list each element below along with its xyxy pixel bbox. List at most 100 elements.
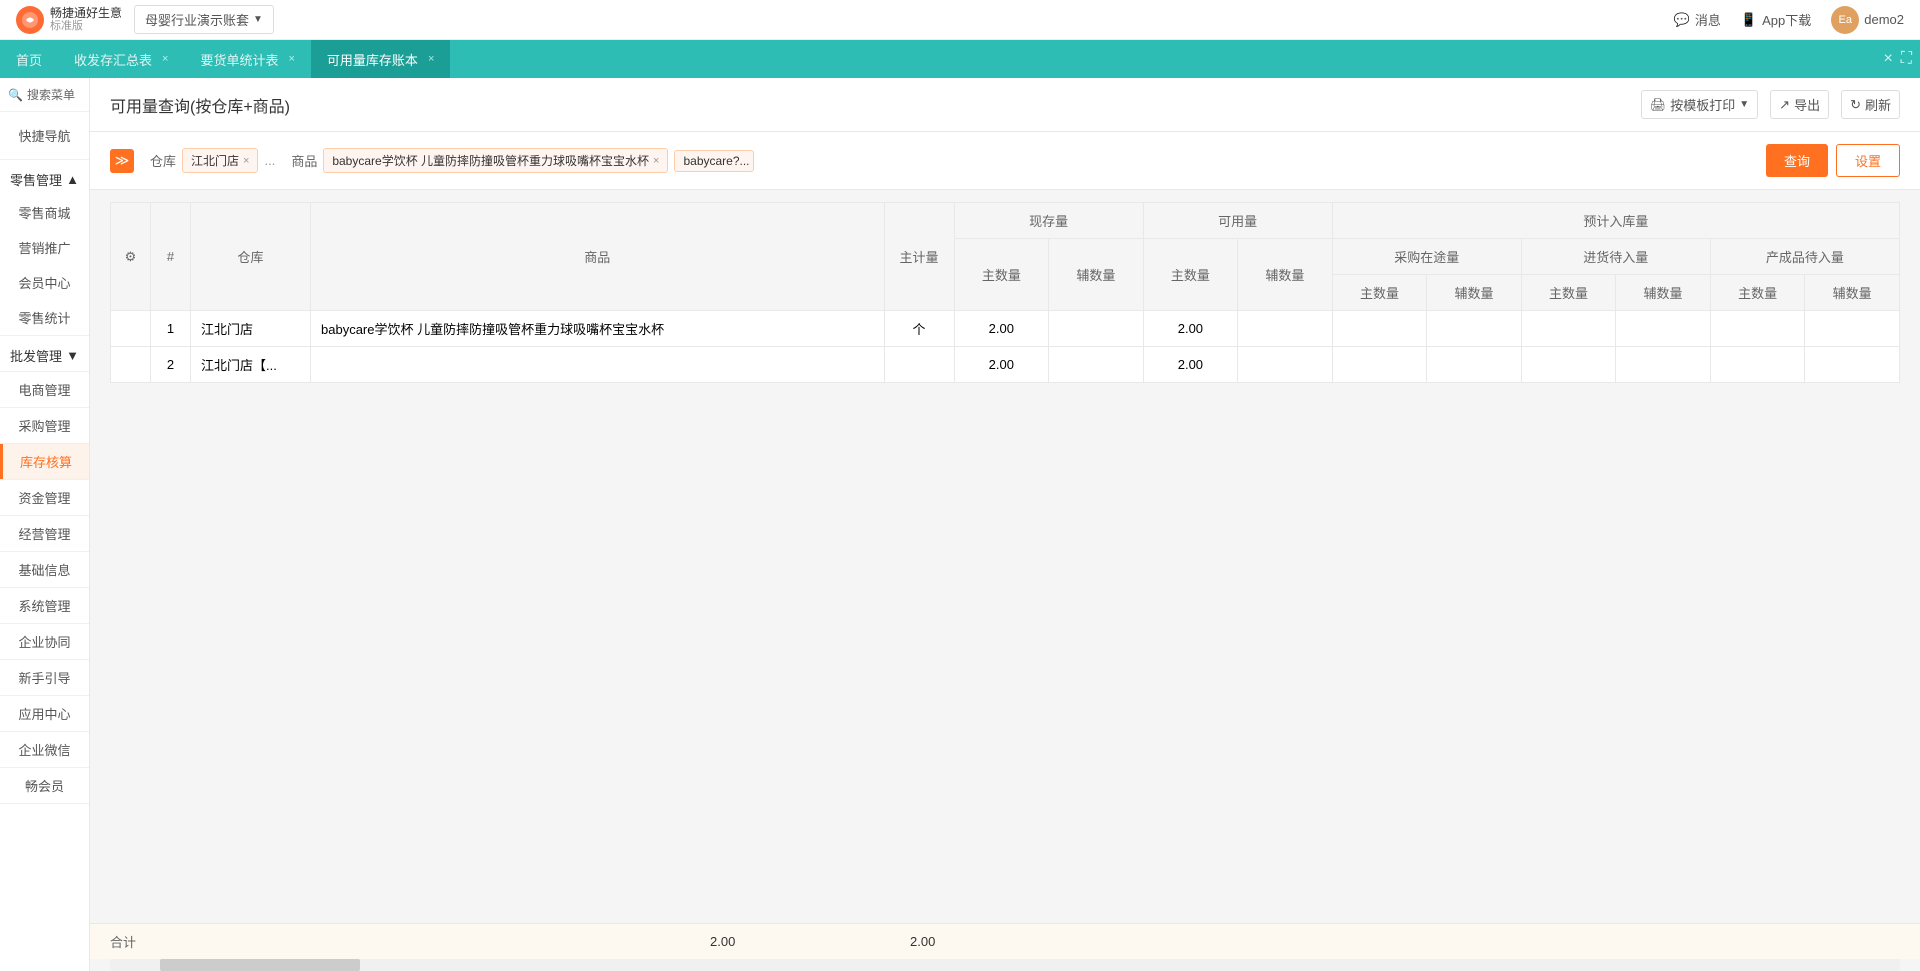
sidebar-item-retail-mall[interactable]: 零售商城 (0, 195, 89, 230)
table-row[interactable]: 2 江北门店【... 2.00 2.00 (111, 347, 1900, 383)
tab-bar: 首页 收发存汇总表 × 要货单统计表 × 可用量库存账本 × × ⛶ (0, 40, 1920, 78)
query-button[interactable]: 查询 (1766, 144, 1828, 177)
sidebar-item-system[interactable]: 系统管理 (0, 588, 89, 623)
horizontal-scrollbar[interactable] (110, 959, 1900, 971)
sidebar-item-marketing[interactable]: 营销推广 (0, 230, 89, 265)
tab-close-order[interactable]: × (288, 53, 294, 65)
sidebar-section-vip: 畅会员 (0, 768, 89, 804)
sidebar-section-newguide: 新手引导 (0, 660, 89, 696)
sidebar-item-retail-stats[interactable]: 零售统计 (0, 300, 89, 335)
sidebar-section-corpwx: 企业微信 (0, 732, 89, 768)
col-stock-aux: 辅数量 (1049, 239, 1144, 311)
sidebar-item-corp[interactable]: 企业协同 (0, 624, 89, 659)
export-icon: ↗ (1779, 97, 1790, 113)
export-button[interactable]: ↗ 导出 (1770, 90, 1829, 119)
sidebar-section-finance: 资金管理 (0, 480, 89, 516)
cell-product (311, 347, 885, 383)
warehouse-tag-close[interactable]: × (243, 155, 249, 167)
product-tag-1[interactable]: babycare学饮杯 儿童防摔防撞吸管杯重力球吸嘴杯宝宝水杯 × (323, 148, 668, 173)
tab-close-all-button[interactable]: × (1883, 50, 1892, 68)
template-print-button[interactable]: 🖨 按模板打印 ▼ (1641, 90, 1758, 119)
warehouse-more-button[interactable]: ... (264, 153, 275, 168)
sidebar-item-members[interactable]: 会员中心 (0, 265, 89, 300)
sidebar-item-purchase[interactable]: 采购管理 (0, 408, 89, 443)
cell-incoming-aux (1616, 347, 1711, 383)
filter-actions: 查询 设置 (1766, 144, 1900, 177)
tab-close-receive[interactable]: × (162, 53, 168, 65)
top-bar-left: 畅捷通好生意 标准版 母婴行业演示账套 ▼ (16, 5, 274, 34)
cell-available-main: 2.00 (1143, 347, 1238, 383)
sidebar-item-finance[interactable]: 资金管理 (0, 480, 89, 515)
sidebar-section-ops: 经营管理 (0, 516, 89, 552)
cell-unit: 个 (884, 311, 954, 347)
sidebar: 🔍 搜索菜单 快捷导航 零售管理 ▲ 零售商城 营销推广 会员中心 零售统计 批… (0, 78, 90, 971)
tab-home[interactable]: 首页 (0, 40, 58, 78)
sidebar-section-appcenter: 应用中心 (0, 696, 89, 732)
app-download-button[interactable]: 📱 App下载 (1741, 10, 1811, 29)
page-header: 可用量查询(按仓库+商品) 🖨 按模板打印 ▼ ↗ 导出 ↻ 刷新 (90, 78, 1920, 132)
product-tag-2[interactable]: babycare?... (674, 150, 754, 172)
col-available-group: 可用量 (1143, 203, 1332, 239)
product-tag1-close[interactable]: × (653, 155, 659, 167)
page-header-actions: 🖨 按模板打印 ▼ ↗ 导出 ↻ 刷新 (1641, 90, 1900, 131)
settings-button[interactable]: 设置 (1836, 144, 1900, 177)
tab-receive[interactable]: 收发存汇总表 × (58, 40, 184, 78)
col-purchase-transit-main: 主数量 (1332, 275, 1427, 311)
chevron-down-icon: ▼ (253, 14, 263, 25)
sidebar-item-inventory[interactable]: 库存核算 (0, 444, 89, 479)
sidebar-retail-toggle[interactable]: 零售管理 ▲ (0, 160, 89, 195)
available-tab-label: 可用量库存账本 (327, 50, 418, 69)
tab-expand-button[interactable]: ⛶ (1901, 50, 1912, 68)
sidebar-item-base[interactable]: 基础信息 (0, 552, 89, 587)
sidebar-item-ops[interactable]: 经营管理 (0, 516, 89, 551)
cell-available-aux (1238, 347, 1333, 383)
search-menu-button[interactable]: 🔍 搜索菜单 (0, 78, 89, 112)
logo-text: 畅捷通好生意 标准版 (50, 6, 122, 34)
warehouse-tag[interactable]: 江北门店 × (182, 148, 258, 173)
sidebar-item-quicknav[interactable]: 快捷导航 (0, 118, 89, 153)
user-menu[interactable]: Ea demo2 (1831, 6, 1904, 34)
data-table: ⚙ # 仓库 商品 主计量 现存量 可用量 预计入库量 主数量 辅数量 主数量 … (110, 202, 1900, 383)
col-product: 商品 (311, 203, 885, 311)
message-button[interactable]: 💬 消息 (1674, 10, 1721, 29)
cell-warehouse: 江北门店【... (191, 347, 311, 383)
sidebar-section-corp: 企业协同 (0, 624, 89, 660)
sidebar-item-corpwx[interactable]: 企业微信 (0, 732, 89, 767)
col-settings[interactable]: ⚙ (111, 203, 151, 311)
scrollbar-thumb[interactable] (160, 959, 360, 971)
cell-stock-aux (1049, 311, 1144, 347)
table-container: ⚙ # 仓库 商品 主计量 现存量 可用量 预计入库量 主数量 辅数量 主数量 … (90, 190, 1920, 923)
sidebar-item-newguide[interactable]: 新手引导 (0, 660, 89, 695)
col-stock-group: 现存量 (954, 203, 1143, 239)
product-filter-label: 商品 (291, 151, 317, 170)
sidebar-item-appcenter[interactable]: 应用中心 (0, 696, 89, 731)
col-production: 产成品待入量 (1710, 239, 1899, 275)
app-icon: 📱 (1741, 12, 1757, 28)
cell-purchase-transit-aux (1427, 311, 1522, 347)
chevron-up-icon: ▲ (66, 172, 79, 187)
tab-close-available[interactable]: × (428, 53, 434, 65)
home-tab-label: 首页 (16, 50, 42, 69)
tab-order[interactable]: 要货单统计表 × (184, 40, 310, 78)
sidebar-item-vip[interactable]: 畅会员 (0, 768, 89, 803)
sidebar-item-ecom[interactable]: 电商管理 (0, 372, 89, 407)
footer-available-main: 2.00 (910, 934, 1010, 949)
logo-area: 畅捷通好生意 标准版 (16, 6, 122, 34)
col-incoming-aux: 辅数量 (1616, 275, 1711, 311)
filter-toggle-button[interactable]: ≫ (110, 149, 134, 173)
sidebar-wholesale-toggle[interactable]: 批发管理 ▼ (0, 336, 89, 371)
refresh-button[interactable]: ↻ 刷新 (1841, 90, 1900, 119)
col-stock-main: 主数量 (954, 239, 1049, 311)
page-title: 可用量查询(按仓库+商品) (110, 93, 290, 129)
cell-incoming-main (1521, 311, 1616, 347)
cell-rownum: 1 (151, 311, 191, 347)
cell-purchase-transit-aux (1427, 347, 1522, 383)
col-rownum: # (151, 203, 191, 311)
refresh-icon: ↻ (1850, 97, 1861, 113)
warehouse-filter-label: 仓库 (150, 151, 176, 170)
table-row[interactable]: 1 江北门店 babycare学饮杯 儿童防摔防撞吸管杯重力球吸嘴杯宝宝水杯 个… (111, 311, 1900, 347)
tab-available[interactable]: 可用量库存账本 × (311, 40, 450, 78)
industry-selector[interactable]: 母婴行业演示账套 ▼ (134, 5, 274, 34)
cell-rownum: 2 (151, 347, 191, 383)
footer-label: 合计 (110, 932, 650, 951)
